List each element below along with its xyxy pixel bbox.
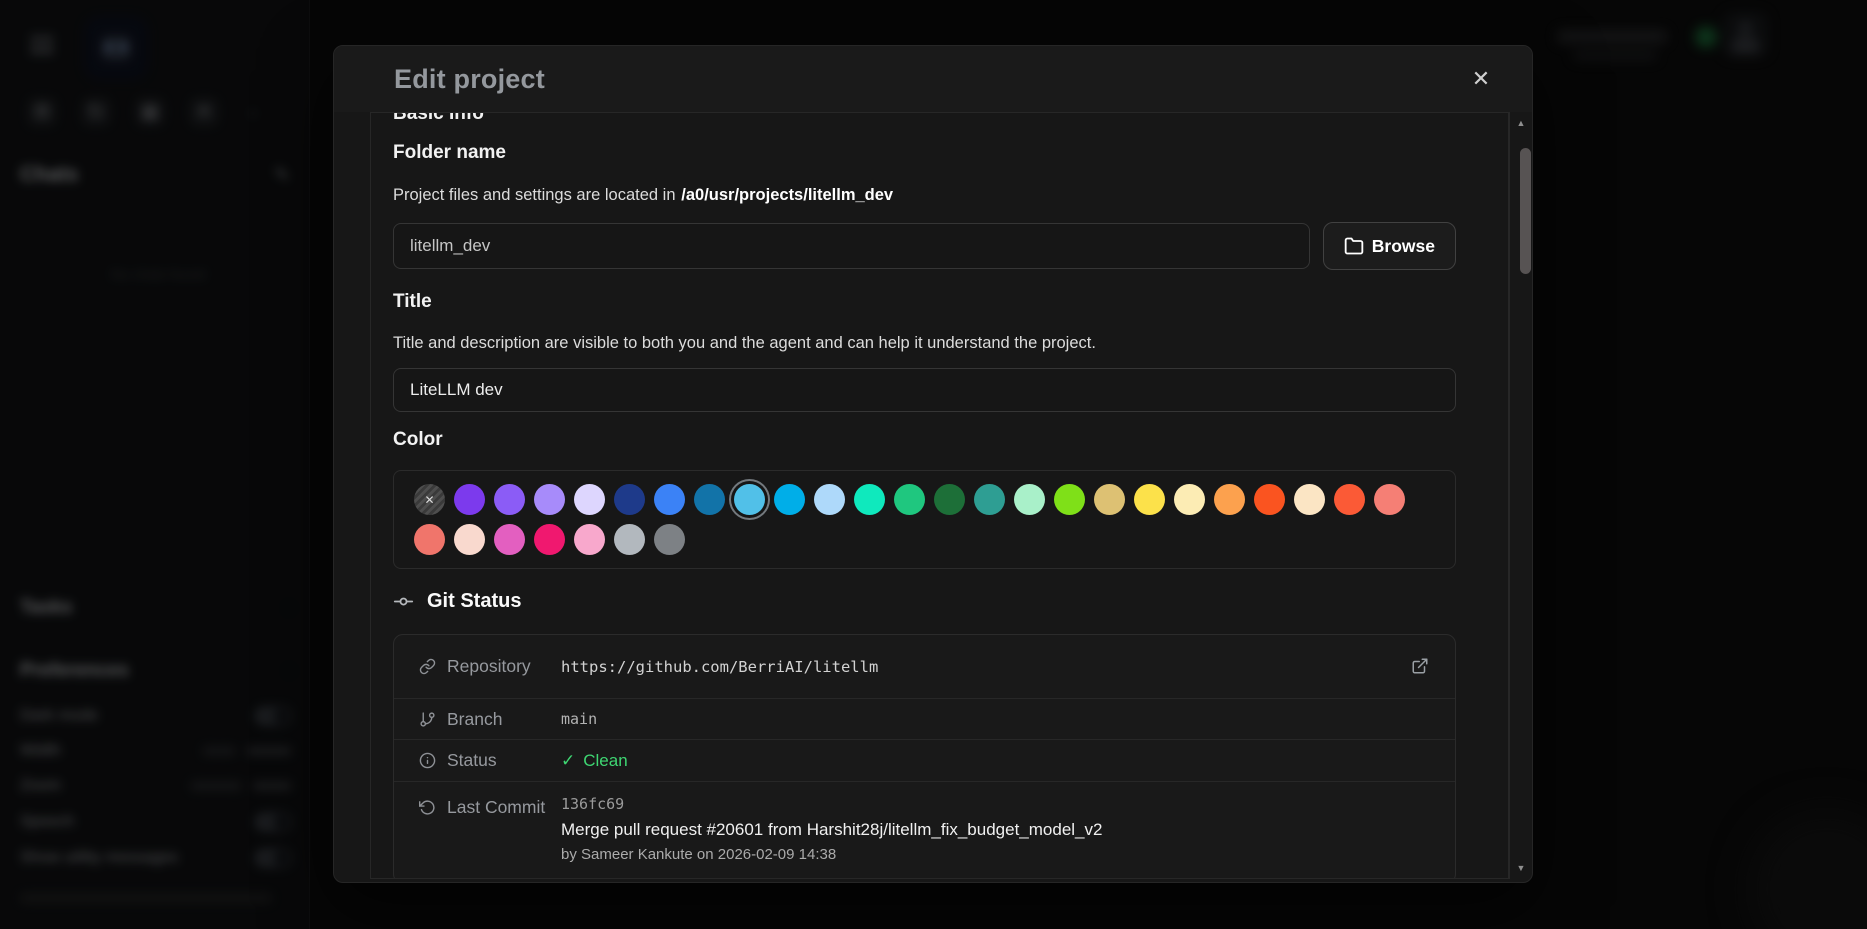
- check-icon: ✓: [561, 751, 575, 771]
- color-swatch-gray[interactable]: [654, 524, 685, 555]
- color-swatch-none[interactable]: ✕: [414, 484, 445, 515]
- color-swatch-green[interactable]: [894, 484, 925, 515]
- link-icon: [419, 658, 436, 675]
- color-swatch-vermilion[interactable]: [1254, 484, 1285, 515]
- git-commit-icon: [393, 591, 414, 612]
- color-swatch-purple[interactable]: [454, 484, 485, 515]
- modal-body: Basic Info Folder name Project files and…: [334, 112, 1532, 882]
- branch-icon: [419, 711, 436, 728]
- status-label: Status: [447, 750, 497, 771]
- color-palette: ✕: [393, 470, 1456, 569]
- color-swatch-orange[interactable]: [1214, 484, 1245, 515]
- color-swatch-coral[interactable]: [414, 524, 445, 555]
- git-repository-row: Repository https://github.com/BerriAI/li…: [394, 635, 1455, 698]
- scroll-up-arrow[interactable]: ▲: [1510, 118, 1532, 128]
- color-swatch-lime[interactable]: [1054, 484, 1085, 515]
- modal-title: Edit project: [394, 64, 545, 95]
- color-swatch-yellow[interactable]: [1134, 484, 1165, 515]
- close-button[interactable]: ✕: [1464, 62, 1498, 96]
- color-swatch-rose[interactable]: [534, 524, 565, 555]
- modal-scrollbar: ▲ ▼: [1509, 112, 1532, 879]
- folder-icon: [1344, 236, 1364, 256]
- git-status-row: Status ✓ Clean: [394, 739, 1455, 781]
- edit-project-modal: Edit project ✕ Basic Info Folder name Pr…: [333, 45, 1533, 883]
- external-link-icon[interactable]: [1410, 657, 1430, 677]
- color-swatch-spring-green[interactable]: [854, 484, 885, 515]
- commit-byline: by Sameer Kankute on 2026-02-09 14:38: [561, 846, 1102, 863]
- history-icon: [419, 799, 436, 816]
- status-value: ✓ Clean: [561, 751, 628, 771]
- branch-value: main: [561, 710, 597, 728]
- title-label: Title: [393, 291, 1456, 313]
- color-swatch-pink[interactable]: [574, 524, 605, 555]
- scroll-down-arrow[interactable]: ▼: [1510, 863, 1532, 873]
- git-branch-row: Branch main: [394, 698, 1455, 739]
- basic-info-heading-clipped: Basic Info: [393, 113, 1456, 126]
- color-swatch-blush[interactable]: [454, 524, 485, 555]
- scrollbar-thumb[interactable]: [1520, 148, 1531, 274]
- modal-header: Edit project ✕: [334, 46, 1532, 112]
- repository-label: Repository: [447, 656, 531, 677]
- color-swatch-light-blue[interactable]: [814, 484, 845, 515]
- git-last-commit-row: Last Commit 136fc69 Merge pull request #…: [394, 781, 1455, 879]
- color-swatch-sky[interactable]: [734, 484, 765, 515]
- folder-path: /a0/usr/projects/litellm_dev: [681, 186, 893, 204]
- color-label: Color: [393, 429, 1456, 451]
- color-swatch-silver[interactable]: [614, 524, 645, 555]
- browse-button[interactable]: Browse: [1323, 222, 1456, 270]
- repository-url: https://github.com/BerriAI/litellm: [561, 658, 1410, 676]
- color-swatch-mint[interactable]: [1014, 484, 1045, 515]
- color-swatch-cream-yellow[interactable]: [1174, 484, 1205, 515]
- app-root: ⚙ ↻ ▦ ✦ ‹ Chats ✎ No chats found Tasks ›…: [0, 0, 1867, 929]
- color-swatch-sand[interactable]: [1094, 484, 1125, 515]
- title-description: Title and description are visible to bot…: [393, 334, 1456, 353]
- last-commit-label: Last Commit: [447, 797, 545, 818]
- color-swatch-forest[interactable]: [934, 484, 965, 515]
- commit-hash: 136fc69: [561, 795, 1102, 813]
- color-swatch-blue[interactable]: [654, 484, 685, 515]
- title-input[interactable]: [393, 368, 1456, 412]
- info-icon: [419, 752, 436, 769]
- color-swatch-lavender[interactable]: [574, 484, 605, 515]
- git-status-heading: Git Status: [393, 590, 1456, 613]
- git-status-card: Repository https://github.com/BerriAI/li…: [393, 634, 1456, 879]
- color-swatch-violet[interactable]: [494, 484, 525, 515]
- commit-message: Merge pull request #20601 from Harshit28…: [561, 820, 1102, 840]
- color-swatch-red-orange[interactable]: [1334, 484, 1365, 515]
- folder-name-input[interactable]: [393, 223, 1310, 269]
- folder-description: Project files and settings are located i…: [393, 186, 1456, 205]
- color-swatch-salmon[interactable]: [1374, 484, 1405, 515]
- folder-name-label: Folder name: [393, 142, 1456, 164]
- color-swatch-cyan[interactable]: [774, 484, 805, 515]
- branch-label: Branch: [447, 709, 502, 730]
- modal-scroll-area[interactable]: Basic Info Folder name Project files and…: [370, 112, 1509, 879]
- color-swatch-teal[interactable]: [974, 484, 1005, 515]
- color-swatch-light-violet[interactable]: [534, 484, 565, 515]
- color-swatch-navy[interactable]: [614, 484, 645, 515]
- color-swatch-peach[interactable]: [1294, 484, 1325, 515]
- color-swatch-ocean[interactable]: [694, 484, 725, 515]
- color-swatch-orchid[interactable]: [494, 524, 525, 555]
